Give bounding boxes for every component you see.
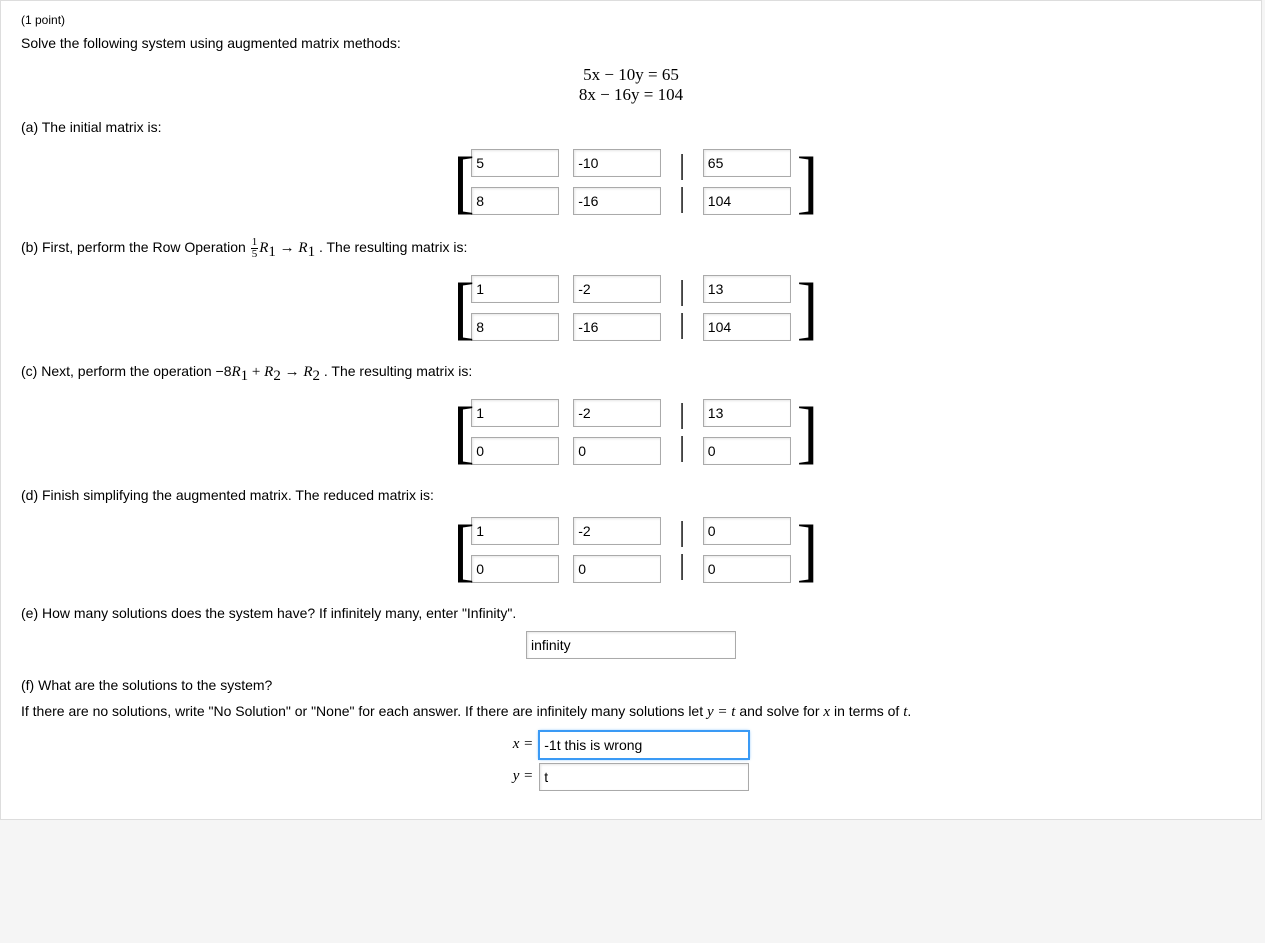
matrix-b-r2c3[interactable]	[703, 313, 791, 341]
matrix-d-r1c2[interactable]	[573, 517, 661, 545]
solution-y-input[interactable]	[539, 763, 749, 791]
matrix-a-r2c2[interactable]	[573, 187, 661, 215]
right-bracket-icon: ]	[797, 267, 809, 348]
left-bracket-icon: [	[453, 141, 465, 222]
solutions-count-input[interactable]	[526, 631, 736, 659]
matrix-d-r2c1[interactable]	[471, 555, 559, 583]
left-bracket-icon: [	[453, 391, 465, 472]
part-a-label: (a) The initial matrix is:	[21, 119, 1241, 135]
matrix-b: [ || ]	[21, 271, 1241, 345]
augment-bar-icon: ||	[675, 399, 689, 465]
matrix-a-r1c3[interactable]	[703, 149, 791, 177]
matrix-b-r1c1[interactable]	[471, 275, 559, 303]
matrix-a: [ || ]	[21, 145, 1241, 219]
right-bracket-icon: ]	[797, 509, 809, 590]
matrix-d: [ || ]	[21, 513, 1241, 587]
matrix-d-r1c3[interactable]	[703, 517, 791, 545]
matrix-c: [ || ]	[21, 395, 1241, 469]
part-d-label: (d) Finish simplifying the augmented mat…	[21, 487, 1241, 503]
matrix-b-r1c3[interactable]	[703, 275, 791, 303]
part-b-post: . The resulting matrix is:	[315, 239, 467, 255]
augment-bar-icon: ||	[675, 275, 689, 341]
matrix-a-r1c1[interactable]	[471, 149, 559, 177]
part-b-pre: (b) First, perform the Row Operation	[21, 239, 250, 255]
part-b-label: (b) First, perform the Row Operation 15R…	[21, 237, 1241, 261]
y-equals-label: y =	[513, 768, 534, 785]
matrix-d-r2c3[interactable]	[703, 555, 791, 583]
left-bracket-icon: [	[453, 509, 465, 590]
system-equations: 5x − 10y = 65 8x − 16y = 104	[21, 65, 1241, 105]
matrix-d-r2c2[interactable]	[573, 555, 661, 583]
matrix-b-r2c2[interactable]	[573, 313, 661, 341]
equation-2: 8x − 16y = 104	[21, 85, 1241, 105]
right-bracket-icon: ]	[797, 391, 809, 472]
part-c-label: (c) Next, perform the operation −8R1 + R…	[21, 363, 1241, 385]
left-bracket-icon: [	[453, 267, 465, 348]
matrix-c-r1c1[interactable]	[471, 399, 559, 427]
point-value: (1 point)	[21, 13, 1241, 27]
augment-bar-icon: ||	[675, 517, 689, 583]
part-c-post: . The resulting matrix is:	[320, 363, 472, 379]
matrix-a-r2c3[interactable]	[703, 187, 791, 215]
matrix-c-r1c2[interactable]	[573, 399, 661, 427]
matrix-a-r2c1[interactable]	[471, 187, 559, 215]
part-e-label: (e) How many solutions does the system h…	[21, 605, 1241, 621]
solution-x-input[interactable]	[539, 731, 749, 759]
part-f-note: If there are no solutions, write "No Sol…	[21, 703, 1241, 721]
solution-y-row: y =	[21, 763, 1241, 791]
part-c-pre: (c) Next, perform the operation −8	[21, 363, 232, 379]
matrix-d-r1c1[interactable]	[471, 517, 559, 545]
matrix-c-r2c2[interactable]	[573, 437, 661, 465]
matrix-c-r2c1[interactable]	[471, 437, 559, 465]
equation-1: 5x − 10y = 65	[21, 65, 1241, 85]
matrix-b-r1c2[interactable]	[573, 275, 661, 303]
problem-page: (1 point) Solve the following system usi…	[0, 0, 1262, 820]
matrix-c-r2c3[interactable]	[703, 437, 791, 465]
matrix-c-r1c3[interactable]	[703, 399, 791, 427]
matrix-a-r1c2[interactable]	[573, 149, 661, 177]
matrix-b-r2c1[interactable]	[471, 313, 559, 341]
part-f-label: (f) What are the solutions to the system…	[21, 677, 1241, 693]
fraction-icon: 15	[251, 237, 259, 260]
problem-prompt: Solve the following system using augment…	[21, 35, 1241, 51]
right-bracket-icon: ]	[797, 141, 809, 222]
x-equals-label: x =	[513, 736, 534, 753]
solution-x-row: x =	[21, 731, 1241, 759]
augment-bar-icon: ||	[675, 149, 689, 215]
